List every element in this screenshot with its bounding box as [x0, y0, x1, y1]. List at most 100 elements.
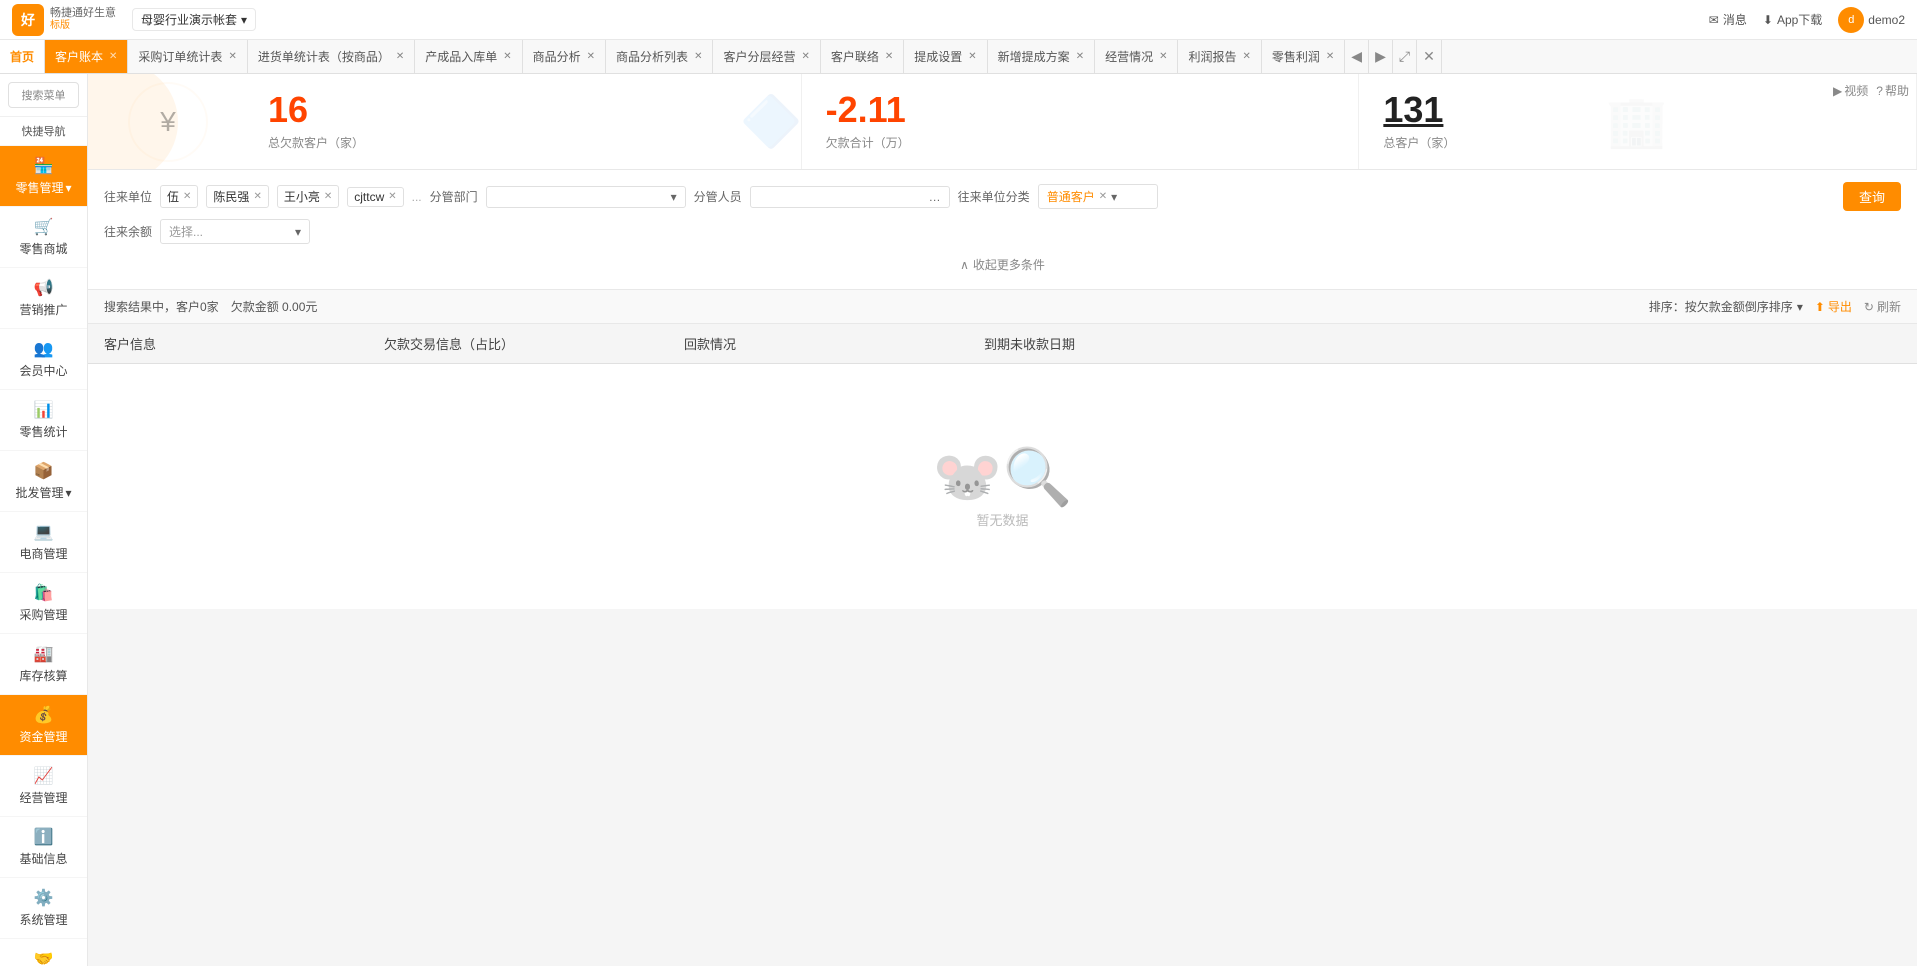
remove-wu-icon[interactable]: ✕ [183, 191, 191, 202]
tab-customer-contact[interactable]: 客户联络 ✕ [821, 40, 904, 74]
chevron-down-icon: ▾ [241, 13, 247, 27]
remove-cjttcw-icon[interactable]: ✕ [388, 191, 396, 202]
close-icon[interactable]: ✕ [694, 51, 702, 62]
tab-accounts[interactable]: 客户账本 ✕ [45, 40, 128, 74]
sidebar-search-area: 搜索菜单 [0, 74, 87, 117]
tab-purchase-stats[interactable]: 采购订单统计表 ✕ [128, 40, 247, 74]
remove-chen-icon[interactable]: ✕ [253, 191, 261, 202]
filter-row-1: 往来单位 伍 ✕ 陈民强 ✕ 王小亮 ✕ cjttcw ✕ ... [104, 182, 1901, 211]
nav-maximize[interactable]: ⤢ [1393, 40, 1417, 74]
sidebar-item-ecommerce[interactable]: 💻 电商管理 [0, 512, 87, 573]
app-download-button[interactable]: ⬇ App下载 [1763, 11, 1822, 28]
refresh-icon: ↻ [1864, 300, 1874, 314]
stat-customers-label: 总欠款客户（家） [268, 134, 364, 151]
logo-area: 好 畅捷通好生意 标版 [12, 4, 116, 36]
close-icon[interactable]: ✕ [109, 51, 117, 62]
tab-customer-layer[interactable]: 客户分层经营 ✕ [713, 40, 820, 74]
sidebar-quick-nav[interactable]: 快捷导航 [0, 117, 87, 146]
sidebar-item-operations[interactable]: 📈 经营管理 [0, 756, 87, 817]
account-selector[interactable]: 母婴行业演示帐套 ▾ [132, 8, 256, 31]
close-icon[interactable]: ✕ [396, 51, 404, 62]
close-icon[interactable]: ✕ [228, 51, 236, 62]
tab-profit-report[interactable]: 利润报告 ✕ [1178, 40, 1261, 74]
filter-tag-chen[interactable]: 陈民强 ✕ [206, 185, 268, 208]
person-filter-label: 分管人员 [694, 188, 742, 205]
results-debt: 欠款金额 0.00元 [231, 298, 318, 315]
remove-wang-icon[interactable]: ✕ [324, 191, 332, 202]
chevron-down-icon: ▾ [671, 190, 677, 204]
collapse-button[interactable]: ∧ 收起更多条件 [104, 252, 1901, 277]
sidebar-item-system[interactable]: ⚙️ 系统管理 [0, 878, 87, 939]
tab-product-list[interactable]: 商品分析列表 ✕ [606, 40, 713, 74]
close-icon[interactable]: ✕ [1243, 51, 1251, 62]
user-menu[interactable]: d demo2 [1838, 7, 1905, 33]
sidebar-item-marketing[interactable]: 📢 营销推广 [0, 268, 87, 329]
tab-commission[interactable]: 提成设置 ✕ [904, 40, 987, 74]
sidebar-item-retail-stats[interactable]: 📊 零售统计 [0, 390, 87, 451]
mall-icon: 🛒 [34, 217, 54, 237]
close-icon[interactable]: ✕ [503, 51, 511, 62]
dept-select[interactable]: ▾ [486, 186, 686, 208]
stat-all-number: 131 [1383, 92, 1443, 128]
close-icon[interactable]: ✕ [1326, 51, 1334, 62]
table-empty: 🐭🔍 暂无数据 [88, 364, 1917, 609]
dots-icon[interactable]: … [929, 190, 941, 204]
help-icon: ? [1876, 84, 1883, 98]
close-icon[interactable]: ✕ [1076, 51, 1084, 62]
nav-tabs: 首页 客户账本 ✕ 采购订单统计表 ✕ 进货单统计表（按商品） ✕ 产成品入库单… [0, 40, 1917, 74]
sidebar-item-retail-mgmt[interactable]: 🏪 零售管理 ▾ [0, 146, 87, 207]
sidebar-item-purchase[interactable]: 🛍️ 采购管理 [0, 573, 87, 634]
close-icon[interactable]: ✕ [1159, 51, 1167, 62]
help-button[interactable]: ? 帮助 [1876, 82, 1909, 99]
video-button[interactable]: ▶ 视频 [1833, 82, 1868, 99]
nav-next-arrow[interactable]: ▶ [1369, 40, 1393, 74]
close-icon[interactable]: ✕ [587, 51, 595, 62]
chevron-down-icon: ▾ [65, 486, 71, 500]
close-icon[interactable]: ✕ [801, 51, 809, 62]
sidebar-item-retail-mall[interactable]: 🛒 零售商城 [0, 207, 87, 268]
person-select[interactable]: … [750, 186, 950, 208]
tab-retail-profit[interactable]: 零售利润 ✕ [1262, 40, 1345, 74]
message-button[interactable]: ✉ 消息 [1709, 11, 1747, 28]
sidebar-item-enterprise[interactable]: 🤝 企业协同 [0, 939, 87, 966]
balance-select[interactable]: 选择... ▾ [160, 219, 310, 244]
message-icon: ✉ [1709, 13, 1719, 27]
tab-goods-stats[interactable]: 进货单统计表（按商品） ✕ [248, 40, 415, 74]
results-bar: 搜索结果中，客户0家 欠款金额 0.00元 排序：按欠款金额倒序排序 ▾ ⬆ 导… [88, 290, 1917, 324]
nav-prev-arrow[interactable]: ◀ [1345, 40, 1369, 74]
col-customer-info: 客户信息 [104, 334, 384, 353]
sidebar-item-inventory[interactable]: 🏭 库存核算 [0, 634, 87, 695]
tab-home[interactable]: 首页 [0, 40, 45, 74]
tab-product-analysis[interactable]: 商品分析 ✕ [523, 40, 606, 74]
filter-tag-wang[interactable]: 王小亮 ✕ [277, 185, 339, 208]
chevron-down-icon: ▾ [295, 225, 301, 239]
refresh-button[interactable]: ↻ 刷新 [1864, 298, 1901, 315]
nav-close-all[interactable]: ✕ [1417, 40, 1442, 74]
sidebar-item-wholesale[interactable]: 📦 批发管理 ▾ [0, 451, 87, 512]
sidebar-item-basic[interactable]: ℹ️ 基础信息 [0, 817, 87, 878]
category-tag-normal[interactable]: 普通客户 ✕ [1047, 188, 1107, 205]
stats-icon: 📊 [34, 400, 54, 420]
stat-debt-total: -2.11 欠款合计（万） [802, 74, 1360, 169]
close-icon[interactable]: ✕ [968, 51, 976, 62]
export-button[interactable]: ⬆ 导出 [1815, 298, 1852, 315]
avatar: d [1838, 7, 1864, 33]
category-select[interactable]: 普通客户 ✕ ▾ [1038, 184, 1158, 209]
filter-more-button[interactable]: ... [412, 190, 422, 204]
query-button[interactable]: 查询 [1843, 182, 1901, 211]
tab-production[interactable]: 产成品入库单 ✕ [415, 40, 522, 74]
sidebar-item-finance[interactable]: 💰 资金管理 [0, 695, 87, 756]
sidebar-item-member[interactable]: 👥 会员中心 [0, 329, 87, 390]
close-icon[interactable]: ✕ [885, 51, 893, 62]
remove-category-icon[interactable]: ✕ [1099, 191, 1107, 202]
tab-operations[interactable]: 经营情况 ✕ [1095, 40, 1178, 74]
filter-tag-cjttcw[interactable]: cjttcw ✕ [347, 187, 403, 207]
filter-tag-wu[interactable]: 伍 ✕ [160, 185, 198, 208]
tab-new-commission[interactable]: 新增提成方案 ✕ [988, 40, 1095, 74]
search-menu-button[interactable]: 搜索菜单 [8, 82, 79, 108]
finance-icon: 💰 [34, 705, 54, 725]
col-due-date: 到期未收款日期 [984, 334, 1901, 353]
sort-selector[interactable]: 排序：按欠款金额倒序排序 ▾ [1649, 298, 1803, 315]
filter-area: 往来单位 伍 ✕ 陈民强 ✕ 王小亮 ✕ cjttcw ✕ ... [88, 170, 1917, 290]
empty-label: 暂无数据 [976, 510, 1028, 529]
